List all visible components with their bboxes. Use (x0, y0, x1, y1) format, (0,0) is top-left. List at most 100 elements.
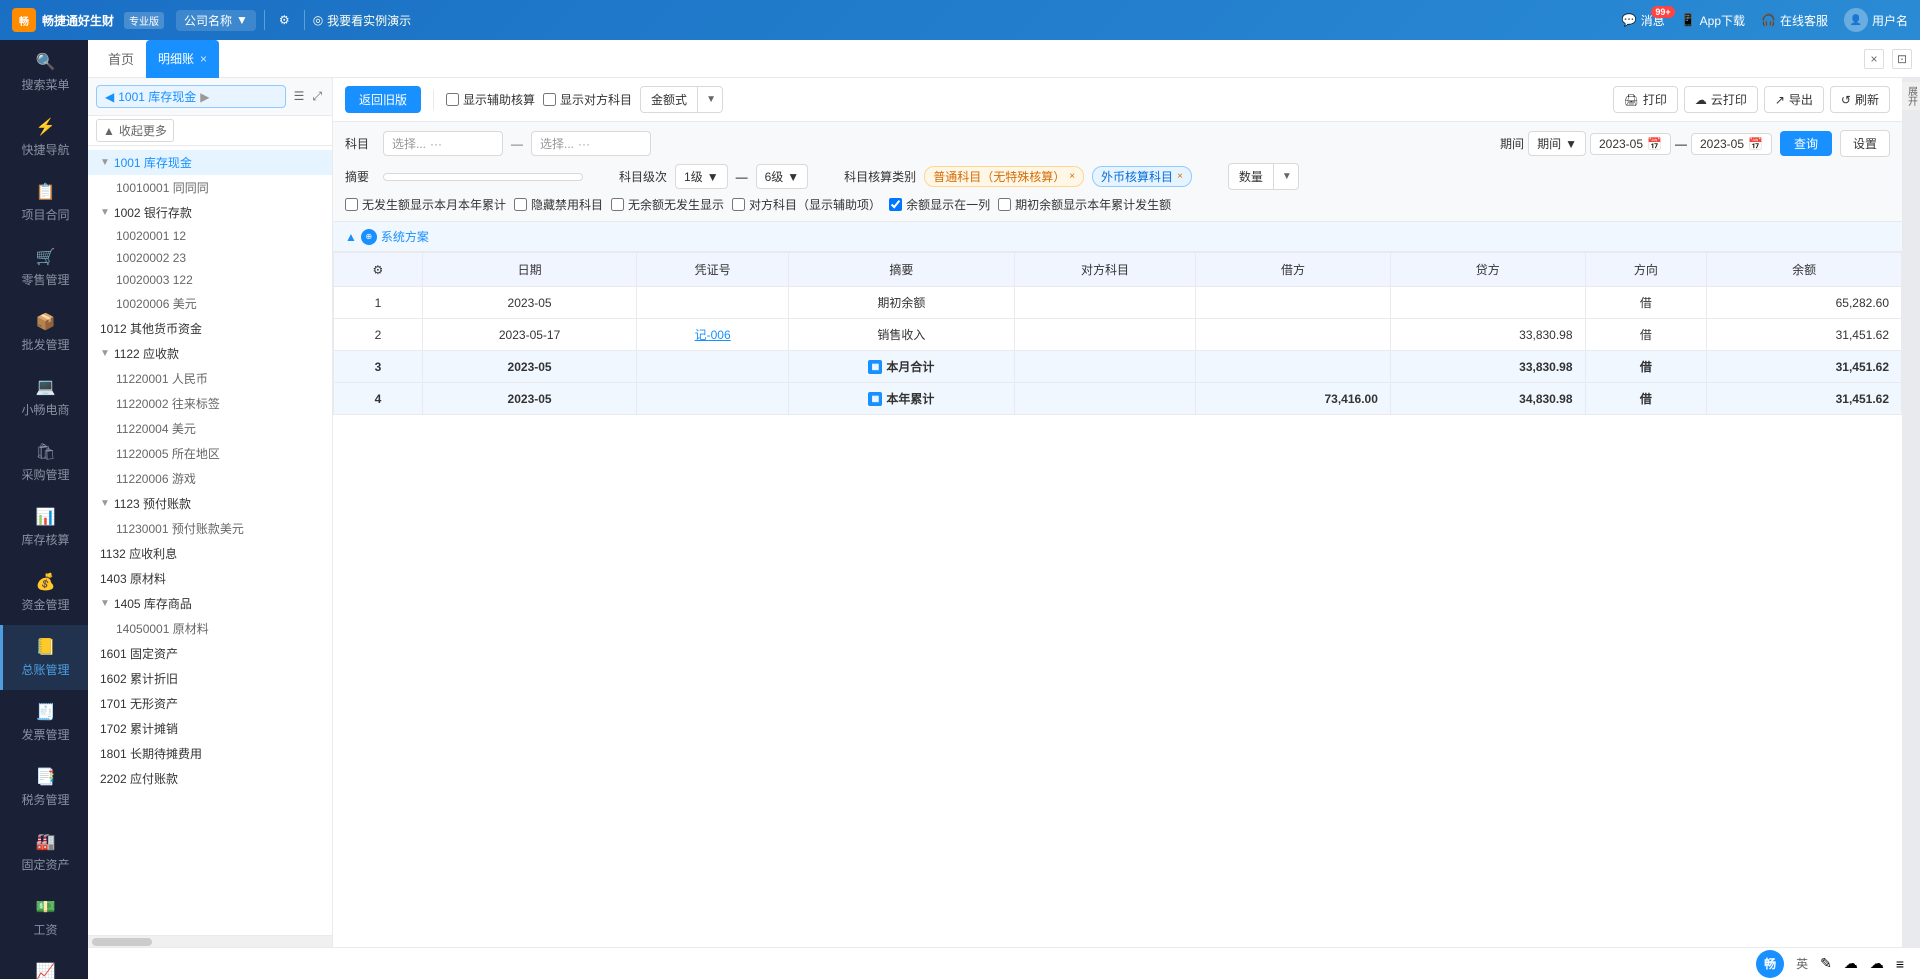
tree-item-1403[interactable]: 1403 原材料 (88, 566, 332, 591)
yearly-checkbox[interactable] (998, 198, 1011, 211)
tree-item-1601[interactable]: 1601 固定资产 (88, 641, 332, 666)
opposite-checkbox[interactable] (732, 198, 745, 211)
tree-item-11230001[interactable]: 11230001 预付账款美元 (88, 516, 332, 541)
hide-disabled-checkbox[interactable] (514, 198, 527, 211)
selected-account-tag[interactable]: ◀ 1001 库存现金 ▶ (96, 85, 286, 108)
th-settings[interactable]: ⚙ (334, 253, 423, 287)
period-from-input[interactable]: 2023-05 📅 (1590, 133, 1671, 155)
demo-link[interactable]: ◎ 我要看实例演示 (313, 12, 412, 29)
sidebar-item-purchase[interactable]: 🛍 采购管理 (0, 430, 88, 495)
amount-format-button[interactable]: 金额式 ▼ (640, 86, 723, 113)
sidebar-item-project[interactable]: 📋 项目合同 (0, 170, 88, 235)
tree-item-1701[interactable]: 1701 无形资产 (88, 691, 332, 716)
tree-item-11220002[interactable]: 11220002 往来标签 (88, 391, 332, 416)
yearly-check[interactable]: 期初余额显示本年累计发生额 (998, 196, 1171, 213)
tree-item-2202[interactable]: 2202 应付账款 (88, 766, 332, 791)
tree-item-11220004[interactable]: 11220004 美元 (88, 416, 332, 441)
balance-col-check[interactable]: 余额显示在一列 (889, 196, 990, 213)
status-lang[interactable]: 英 (1796, 955, 1808, 972)
sidebar-item-search[interactable]: 🔍 搜索菜单 (0, 40, 88, 105)
sidebar-item-wholesale[interactable]: 📦 批发管理 (0, 300, 88, 365)
status-edit-icon[interactable]: ✎ (1820, 955, 1832, 972)
sidebar-item-operations[interactable]: 📈 经营管理 (0, 950, 88, 979)
tree-item-10020001[interactable]: 10020001 12 (88, 225, 332, 247)
print-button[interactable]: 🖨 打印 (1613, 86, 1678, 113)
cloud-print-button[interactable]: ☁ 云打印 (1684, 86, 1758, 113)
summary-input[interactable] (383, 173, 583, 181)
status-cloud-icon-1[interactable]: ☁ (1844, 955, 1858, 972)
tree-item-11220006[interactable]: 11220006 游戏 (88, 466, 332, 491)
tree-item-1405[interactable]: ▼ 1405 库存商品 (88, 591, 332, 616)
collapse-button[interactable]: ▲ 收起更多 (96, 119, 174, 142)
status-menu-icon[interactable]: ≡ (1896, 956, 1904, 972)
sidebar-item-retail[interactable]: 🛒 零售管理 (0, 235, 88, 300)
tree-item-1012[interactable]: 1012 其他货币资金 (88, 316, 332, 341)
search-button[interactable]: 查询 (1780, 131, 1832, 156)
show-opposite-check[interactable]: 显示对方科目 (543, 91, 632, 108)
voucher-link[interactable]: 记-006 (695, 328, 731, 342)
tree-item-10020003[interactable]: 10020003 122 (88, 269, 332, 291)
tag-chip-1[interactable]: 普通科目（无特殊核算） × (924, 166, 1084, 187)
show-opposite-checkbox[interactable] (543, 93, 556, 106)
scroll-thumb[interactable] (92, 938, 152, 946)
app-download-button[interactable]: 📱 App下载 (1681, 12, 1745, 29)
user-menu[interactable]: 👤 用户名 (1844, 8, 1908, 32)
hide-disabled-check[interactable]: 隐藏禁用科目 (514, 196, 603, 213)
status-cloud-icon-2[interactable]: ☁ (1870, 955, 1884, 972)
tree-item-1122[interactable]: ▼ 1122 应收款 (88, 341, 332, 366)
tag-chip-close-icon-1[interactable]: × (1069, 171, 1075, 182)
level-from-select[interactable]: 1级 ▼ (675, 164, 728, 189)
status-circle-button[interactable]: 畅 (1756, 950, 1784, 978)
tree-item-11220001[interactable]: 11220001 人民币 (88, 366, 332, 391)
sidebar-item-quick-nav[interactable]: ⚡ 快捷导航 (0, 105, 88, 170)
tab-home[interactable]: 首页 (96, 45, 146, 72)
online-service-button[interactable]: 🎧 在线客服 (1761, 12, 1828, 29)
opposite-check[interactable]: 对方科目（显示辅助项） (732, 196, 881, 213)
quantity-dropdown[interactable]: 数量 ▼ (1228, 163, 1299, 190)
tab-active[interactable]: 明细账 × (146, 40, 219, 78)
tree-item-1702[interactable]: 1702 累计摊销 (88, 716, 332, 741)
period-to-input[interactable]: 2023-05 📅 (1691, 133, 1772, 155)
settings-icon[interactable]: ⚙ (273, 11, 296, 29)
td-voucher[interactable]: 记-006 (637, 319, 789, 351)
tree-item-1132[interactable]: 1132 应收利息 (88, 541, 332, 566)
sidebar-item-inventory[interactable]: 📊 库存核算 (0, 495, 88, 560)
sidebar-item-salary[interactable]: 💵 工资 (0, 885, 88, 950)
tree-item-10020006[interactable]: 10020006 美元 (88, 291, 332, 316)
panel-expand-icon[interactable]: ⤢ (310, 87, 324, 106)
tag-chip-close-icon-2[interactable]: × (1177, 171, 1183, 182)
query-title[interactable]: ▲ ⊕ 系统方案 (345, 222, 429, 251)
tree-item-1001[interactable]: ▼ 1001 库存现金 (88, 150, 332, 175)
sidebar-item-fixed-assets[interactable]: 🏭 固定资产 (0, 820, 88, 885)
tag-clear-icon[interactable]: ▶ (200, 90, 209, 104)
sidebar-item-invoice[interactable]: 🧾 发票管理 (0, 690, 88, 755)
account-to-input[interactable]: 选择... ··· (531, 131, 651, 156)
sidebar-item-ledger[interactable]: 📒 总账管理 (0, 625, 88, 690)
settings-button[interactable]: 设置 (1840, 130, 1890, 157)
tree-item-11220005[interactable]: 11220005 所在地区 (88, 441, 332, 466)
tab-close-all-button[interactable]: × (1864, 49, 1884, 69)
tag-chip-2[interactable]: 外币核算科目 × (1092, 166, 1192, 187)
show-assist-checkbox[interactable] (446, 93, 459, 106)
export-button[interactable]: ↗ 导出 (1764, 86, 1824, 113)
tree-item-10020002[interactable]: 10020002 23 (88, 247, 332, 269)
balance-col-checkbox[interactable] (889, 198, 902, 211)
no-amount-check[interactable]: 无发生额显示本月本年累计 (345, 196, 506, 213)
tab-close-icon[interactable]: × (200, 52, 207, 66)
left-panel-scrollbar[interactable] (88, 935, 332, 947)
right-edge-expand-button[interactable]: 展开 (1902, 82, 1920, 110)
tree-item-1801[interactable]: 1801 长期待摊费用 (88, 741, 332, 766)
tree-item-1602[interactable]: 1602 累计折旧 (88, 666, 332, 691)
no-balance-checkbox[interactable] (611, 198, 624, 211)
company-selector[interactable]: 公司名称 ▼ (176, 10, 256, 31)
level-to-select[interactable]: 6级 ▼ (756, 164, 809, 189)
refresh-button[interactable]: ↺ 刷新 (1830, 86, 1890, 113)
tree-item-10010001[interactable]: 10010001 同同同 (88, 175, 332, 200)
return-old-version-button[interactable]: 返回旧版 (345, 86, 421, 113)
sidebar-item-ecommerce[interactable]: 💻 小畅电商 (0, 365, 88, 430)
panel-menu-icon[interactable]: ☰ (292, 87, 307, 106)
show-assist-check[interactable]: 显示辅助核算 (446, 91, 535, 108)
no-balance-check[interactable]: 无余额无发生显示 (611, 196, 724, 213)
sidebar-item-tax[interactable]: 📑 税务管理 (0, 755, 88, 820)
tab-menu-button[interactable]: ⊡ (1892, 49, 1912, 69)
